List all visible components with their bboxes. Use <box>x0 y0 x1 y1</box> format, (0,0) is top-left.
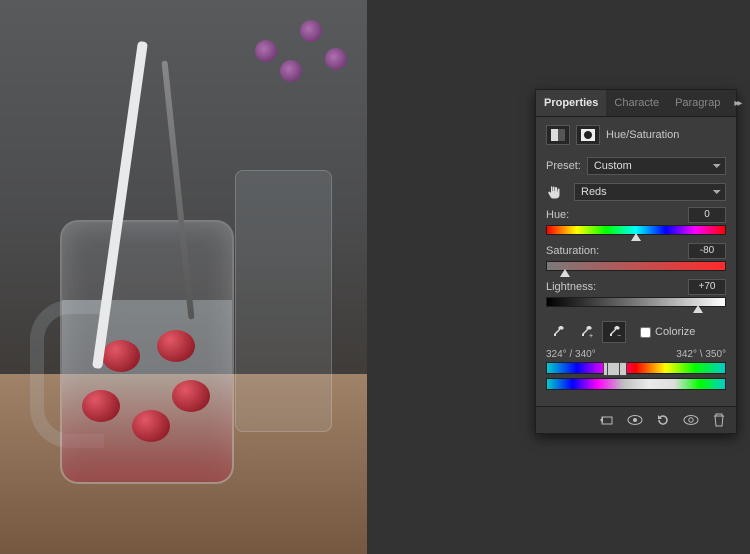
mason-jar <box>60 220 234 484</box>
colorize-checkbox[interactable]: Colorize <box>640 326 695 338</box>
panel-footer <box>536 406 736 433</box>
flower <box>280 60 302 82</box>
flower <box>325 48 347 70</box>
hue-label: Hue: <box>546 209 569 221</box>
panel-tabs: Properties Characte Paragrap ▸▸ ≡ <box>536 90 736 117</box>
targeted-adjust-icon[interactable] <box>546 184 568 200</box>
channel-select[interactable]: Reds <box>574 183 726 201</box>
colorize-label: Colorize <box>655 326 695 338</box>
strawberry <box>102 340 140 372</box>
range-marker-outer-right[interactable] <box>619 362 627 376</box>
tab-paragraph[interactable]: Paragrap <box>667 90 728 116</box>
properties-panel: Properties Characte Paragrap ▸▸ ≡ Hue/Sa… <box>535 89 737 434</box>
channel-row: Reds <box>536 179 736 205</box>
lightness-slider[interactable] <box>546 297 726 307</box>
color-range-bar-top[interactable] <box>546 362 726 374</box>
delete-adjustment-icon[interactable] <box>710 413 728 427</box>
flower <box>300 20 322 42</box>
collapse-panel-icon[interactable]: ▸▸ <box>728 98 746 109</box>
app-stage: Properties Characte Paragrap ▸▸ ≡ Hue/Sa… <box>0 0 750 554</box>
eyedropper-add-button[interactable]: + <box>574 321 598 343</box>
preset-row: Preset: Custom <box>536 153 736 179</box>
strawberry <box>132 410 170 442</box>
tab-properties[interactable]: Properties <box>536 90 606 116</box>
preset-select[interactable]: Custom <box>587 157 726 175</box>
panel-menu-icon[interactable]: ≡ <box>746 90 750 116</box>
eyedropper-row: + − Colorize <box>536 313 736 347</box>
hue-thumb[interactable] <box>631 233 641 241</box>
clip-to-layer-icon[interactable] <box>598 413 616 427</box>
lightness-group: Lightness: +70 <box>536 277 736 313</box>
svg-text:+: + <box>589 333 593 339</box>
flower <box>255 40 277 62</box>
saturation-group: Saturation: -80 <box>536 241 736 277</box>
reset-adjustment-icon[interactable] <box>654 413 672 427</box>
adjustment-header: Hue/Saturation <box>536 117 736 153</box>
lightness-label: Lightness: <box>546 281 596 293</box>
svg-text:−: − <box>617 333 621 339</box>
saturation-thumb[interactable] <box>560 269 570 277</box>
view-previous-state-icon[interactable] <box>626 413 644 427</box>
eyedropper-button[interactable] <box>546 321 570 343</box>
saturation-label: Saturation: <box>546 245 599 257</box>
range-right: 342° \ 350° <box>676 349 726 360</box>
preset-label: Preset: <box>546 160 581 172</box>
strawberry <box>157 330 195 362</box>
lightness-thumb[interactable] <box>693 305 703 313</box>
strawberry <box>172 380 210 412</box>
tab-character[interactable]: Characte <box>606 90 667 116</box>
eyedropper-subtract-button[interactable]: − <box>602 321 626 343</box>
vase <box>235 170 332 432</box>
hue-slider[interactable] <box>546 225 726 235</box>
lightness-value[interactable]: +70 <box>688 279 726 295</box>
hue-group: Hue: 0 <box>536 205 736 241</box>
adjustment-title: Hue/Saturation <box>606 129 679 141</box>
saturation-value[interactable]: -80 <box>688 243 726 259</box>
range-left: 324° / 340° <box>546 349 596 360</box>
layer-mask-icon <box>576 125 600 145</box>
color-range-bar-bottom <box>546 378 726 390</box>
hue-value[interactable]: 0 <box>688 207 726 223</box>
strawberry <box>82 390 120 422</box>
colorize-input[interactable] <box>640 327 651 338</box>
saturation-slider[interactable] <box>546 261 726 271</box>
adjustment-type-icon <box>546 125 570 145</box>
range-readout: 324° / 340° 342° \ 350° <box>536 347 736 362</box>
document-canvas[interactable] <box>0 0 367 554</box>
toggle-visibility-icon[interactable] <box>682 413 700 427</box>
